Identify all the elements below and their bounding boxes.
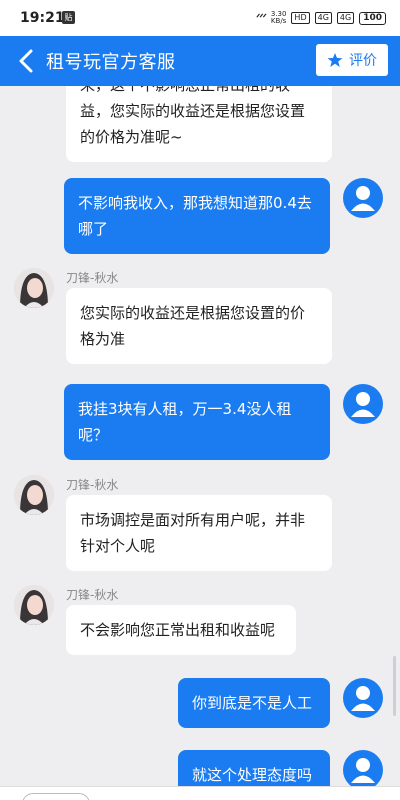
notification-icon: 贴 (62, 11, 75, 24)
rate-button[interactable]: 评价 (316, 44, 388, 76)
scrollbar[interactable] (393, 656, 396, 716)
message-text: 您实际的收益还是根据您设置的价格为准 (80, 304, 306, 348)
network-speed: 3.30 KB/s (271, 11, 287, 25)
chat-list[interactable]: 来，这个不影响您正常出租的收益，您实际的收益还是根据您设置的价格为准呢~ 不影响… (0, 86, 400, 786)
agent-photo-icon (14, 475, 54, 515)
page-title: 租号玩官方客服 (46, 52, 176, 73)
message-text: 不影响我收入，那我想知道那0.4去哪了 (78, 194, 312, 238)
agent-avatar[interactable] (14, 585, 54, 625)
chevron-left-icon (19, 49, 33, 73)
battery-icon: 100 (359, 11, 386, 25)
message-text: 来，这个不影响您正常出租的收益，您实际的收益还是根据您设置的价格为准呢~ (80, 86, 306, 146)
message-text: 我挂3块有人租，万一3.4没人租呢？ (78, 400, 292, 444)
user-avatar[interactable] (343, 750, 383, 786)
message-text: 就这个处理态度吗 (192, 766, 313, 784)
message-text: 不会影响您正常出租和收益呢 (80, 621, 276, 639)
back-button[interactable] (10, 44, 44, 78)
agent-name: 刀锋-秋水 (66, 271, 119, 285)
message-bubble-user: 我挂3块有人租，万一3.4没人租呢？ (64, 384, 330, 460)
status-time: 19:21 (20, 10, 65, 26)
message-bubble-agent: 不会影响您正常出租和收益呢 (66, 605, 296, 655)
user-silhouette-icon (351, 758, 375, 783)
agent-avatar[interactable] (14, 268, 54, 308)
user-avatar[interactable] (343, 678, 383, 718)
user-avatar[interactable] (343, 384, 383, 424)
hd-icon: HD (291, 12, 310, 24)
agent-name: 刀锋-秋水 (66, 478, 119, 492)
agent-photo-icon (14, 585, 54, 625)
network-speed-unit: KB/s (270, 17, 287, 25)
agent-avatar[interactable] (14, 475, 54, 515)
message-bubble-agent: 来，这个不影响您正常出租的收益，您实际的收益还是根据您设置的价格为准呢~ (66, 86, 332, 162)
signal-4g-icon-2: 4G (336, 12, 355, 24)
user-silhouette-icon (351, 392, 375, 417)
message-text: 你到底是不是人工 (192, 694, 313, 712)
agent-name: 刀锋-秋水 (66, 588, 119, 602)
signal-4g-icon-1: 4G (314, 12, 332, 24)
message-bubble-agent: 市场调控是面对所有用户呢，并非针对个人呢 (66, 495, 332, 571)
star-icon (327, 53, 343, 67)
message-bubble-user: 就这个处理态度吗 (178, 750, 330, 786)
rate-label: 评价 (349, 53, 377, 69)
input-toggle-button[interactable] (22, 793, 90, 800)
message-bubble-user: 你到底是不是人工 (178, 678, 330, 728)
user-silhouette-icon (351, 186, 375, 211)
network-activity-icon: ᐟᐟᐟ (256, 12, 267, 24)
status-bar: 19:21 贴 ᐟᐟᐟ 3.30 KB/s HD 4G 4G 100 (0, 0, 400, 36)
message-bubble-agent: 您实际的收益还是根据您设置的价格为准 (66, 288, 332, 364)
message-bubble-user: 不影响我收入，那我想知道那0.4去哪了 (64, 178, 330, 254)
status-indicators: ᐟᐟᐟ 3.30 KB/s HD 4G 4G 100 (256, 11, 386, 25)
input-bar (0, 786, 400, 800)
user-silhouette-icon (351, 686, 375, 711)
message-text: 市场调控是面对所有用户呢，并非针对个人呢 (80, 511, 306, 555)
agent-photo-icon (14, 268, 54, 308)
app-header: 租号玩官方客服 评价 (0, 36, 400, 86)
user-avatar[interactable] (343, 178, 383, 218)
